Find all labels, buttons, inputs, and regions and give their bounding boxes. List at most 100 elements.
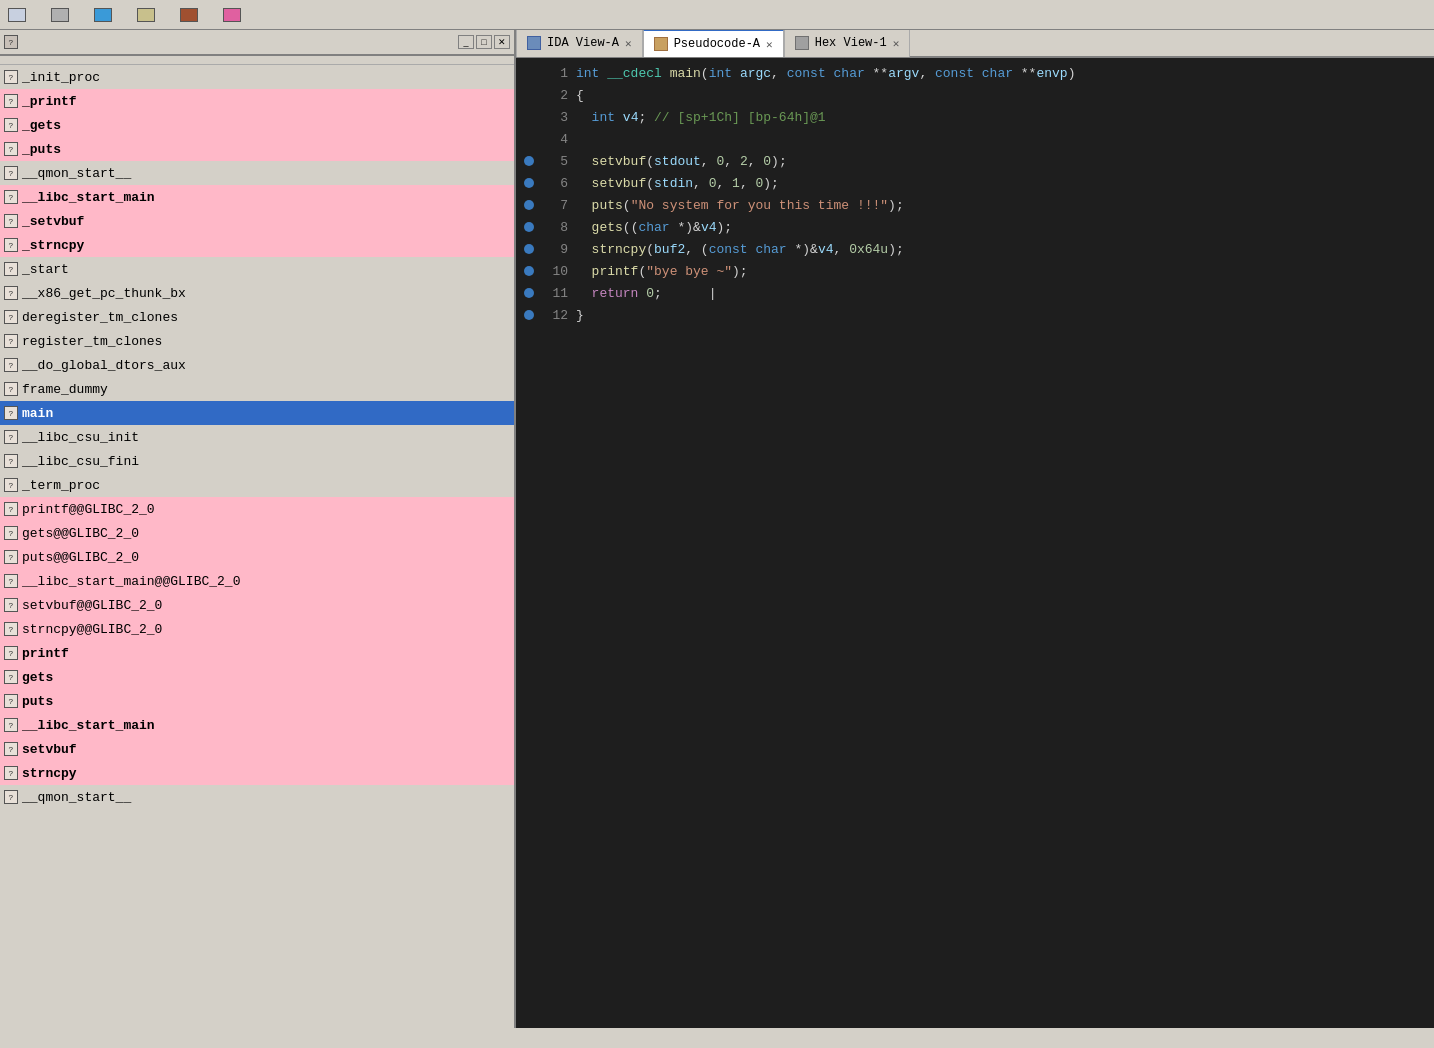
list-item[interactable]: ? setvbuf xyxy=(0,737,514,761)
func-name: _setvbuf xyxy=(22,214,84,229)
line-breakpoint[interactable] xyxy=(524,178,534,188)
func-icon: ? xyxy=(4,70,18,84)
func-icon: ? xyxy=(4,118,18,132)
list-item[interactable]: ?_start xyxy=(0,257,514,281)
panel-restore-button[interactable]: □ xyxy=(476,35,492,49)
func-icon: ? xyxy=(4,766,18,780)
line-content: gets((char *)&v4); xyxy=(576,220,732,235)
panel-minimize-button[interactable]: _ xyxy=(458,35,474,49)
list-item[interactable]: ?_puts xyxy=(0,137,514,161)
func-icon: ? xyxy=(4,358,18,372)
list-item[interactable]: ?__libc_csu_init xyxy=(0,425,514,449)
line-content: setvbuf(stdin, 0, 1, 0); xyxy=(576,176,779,191)
code-area[interactable]: 1int __cdecl main(int argc, const char *… xyxy=(516,58,1434,1028)
func-icon: ? xyxy=(4,286,18,300)
func-icon: ? xyxy=(4,502,18,516)
list-item[interactable]: ?__libc_start_main xyxy=(0,713,514,737)
list-item[interactable]: ?_gets xyxy=(0,113,514,137)
func-icon: ? xyxy=(4,382,18,396)
line-breakpoint[interactable] xyxy=(524,90,534,100)
line-breakpoint[interactable] xyxy=(524,222,534,232)
func-name: setvbuf xyxy=(22,742,77,757)
line-breakpoint[interactable] xyxy=(524,310,534,320)
tab-close-pseudocode[interactable]: ✕ xyxy=(766,38,773,51)
list-item[interactable]: ?deregister_tm_clones xyxy=(0,305,514,329)
func-icon: ? xyxy=(4,742,18,756)
list-item[interactable]: ?__libc_csu_fini xyxy=(0,449,514,473)
list-item[interactable]: ?__libc_start_main@@GLIBC_2_0 xyxy=(0,569,514,593)
list-item[interactable]: ?register_tm_clones xyxy=(0,329,514,353)
tab-label-hex-view: Hex View-1 xyxy=(815,36,887,50)
list-item[interactable]: ?_setvbuf xyxy=(0,209,514,233)
tab-pseudocode[interactable]: Pseudocode-A✕ xyxy=(643,30,784,57)
list-item[interactable]: ?__libc_start_main xyxy=(0,185,514,209)
list-item[interactable]: ? puts xyxy=(0,689,514,713)
func-icon: ? xyxy=(4,646,18,660)
line-breakpoint[interactable] xyxy=(524,134,534,144)
func-name: main xyxy=(22,406,53,421)
line-breakpoint[interactable] xyxy=(524,244,534,254)
line-breakpoint[interactable] xyxy=(524,288,534,298)
tab-close-ida-view[interactable]: ✕ xyxy=(625,37,632,50)
line-breakpoint[interactable] xyxy=(524,68,534,78)
list-item[interactable]: ? _strncpy xyxy=(0,233,514,257)
func-name: _init_proc xyxy=(22,70,100,85)
list-item[interactable]: ?puts@@GLIBC_2_0 xyxy=(0,545,514,569)
line-content: strncpy(buf2, (const char *)&v4, 0x64u); xyxy=(576,242,904,257)
func-icon: ? xyxy=(4,790,18,804)
line-breakpoint[interactable] xyxy=(524,266,534,276)
func-name: _term_proc xyxy=(22,478,100,493)
func-name: puts xyxy=(22,694,53,709)
list-item[interactable]: ? __qmon_start__ xyxy=(0,161,514,185)
list-item[interactable]: ?gets xyxy=(0,665,514,689)
line-number: 11 xyxy=(540,286,568,301)
list-item[interactable]: ?__x86_get_pc_thunk_bx xyxy=(0,281,514,305)
legend-regular xyxy=(94,8,117,22)
list-item[interactable]: ?printf@@GLIBC_2_0 xyxy=(0,497,514,521)
line-content: printf("bye bye ~"); xyxy=(576,264,748,279)
list-item[interactable]: ? _init_proc xyxy=(0,65,514,89)
list-item[interactable]: ?setvbuf@@GLIBC_2_0 xyxy=(0,593,514,617)
func-name: gets@@GLIBC_2_0 xyxy=(22,526,139,541)
func-icon: ? xyxy=(4,694,18,708)
func-name: __qmon_start__ xyxy=(22,790,131,805)
func-icon: ? xyxy=(4,622,18,636)
func-name: __qmon_start__ xyxy=(22,166,131,181)
tab-ida-view[interactable]: IDA View-A✕ xyxy=(516,30,643,57)
list-item[interactable]: ?printf xyxy=(0,641,514,665)
list-item[interactable]: ? __qmon_start__ xyxy=(0,785,514,809)
func-icon: ? xyxy=(4,310,18,324)
list-item[interactable]: ? gets@@GLIBC_2_0 xyxy=(0,521,514,545)
functions-list[interactable]: ? _init_proc ?_printf?_gets?_puts? __qmon_s… xyxy=(0,65,514,1028)
right-panel: IDA View-A✕Pseudocode-A✕ Hex View-1 ✕ 1int… xyxy=(516,30,1434,1028)
tab-close-hex-view[interactable]: ✕ xyxy=(893,37,900,50)
line-breakpoint[interactable] xyxy=(524,200,534,210)
tab-hex-view[interactable]: Hex View-1 ✕ xyxy=(784,30,911,57)
legend-data-color xyxy=(51,8,69,22)
list-item[interactable]: ?__do_global_dtors_aux xyxy=(0,353,514,377)
panel-close-button[interactable]: ✕ xyxy=(494,35,510,49)
func-icon: ? xyxy=(4,574,18,588)
legend-unexplored xyxy=(137,8,160,22)
legend-unexplored-color xyxy=(137,8,155,22)
func-icon: ? xyxy=(4,166,18,180)
code-line: 2{ xyxy=(516,84,1434,106)
list-item[interactable]: ?_printf xyxy=(0,89,514,113)
func-icon: ? xyxy=(4,526,18,540)
list-item[interactable]: ? strncpy xyxy=(0,761,514,785)
func-name: _strncpy xyxy=(22,238,84,253)
func-icon: ? xyxy=(4,190,18,204)
line-breakpoint[interactable] xyxy=(524,112,534,122)
line-breakpoint[interactable] xyxy=(524,156,534,166)
line-content: setvbuf(stdout, 0, 2, 0); xyxy=(576,154,787,169)
func-icon: ? xyxy=(4,670,18,684)
line-number: 7 xyxy=(540,198,568,213)
list-item[interactable]: ?_term_proc xyxy=(0,473,514,497)
list-item[interactable]: ?strncpy@@GLIBC_2_0 xyxy=(0,617,514,641)
line-content: puts("No system for you this time !!!"); xyxy=(576,198,904,213)
func-icon: ? xyxy=(4,238,18,252)
func-name: strncpy xyxy=(22,766,77,781)
list-item[interactable]: ?main xyxy=(0,401,514,425)
list-item[interactable]: ?frame_dummy xyxy=(0,377,514,401)
main-area: ? _ □ ✕ ? _init_proc ?_printf?_gets?_puts?… xyxy=(0,30,1434,1028)
